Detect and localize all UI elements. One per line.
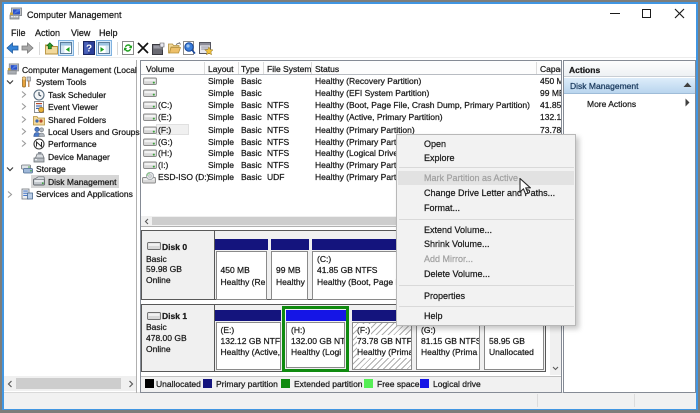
svg-text:?: ? [86,44,92,55]
